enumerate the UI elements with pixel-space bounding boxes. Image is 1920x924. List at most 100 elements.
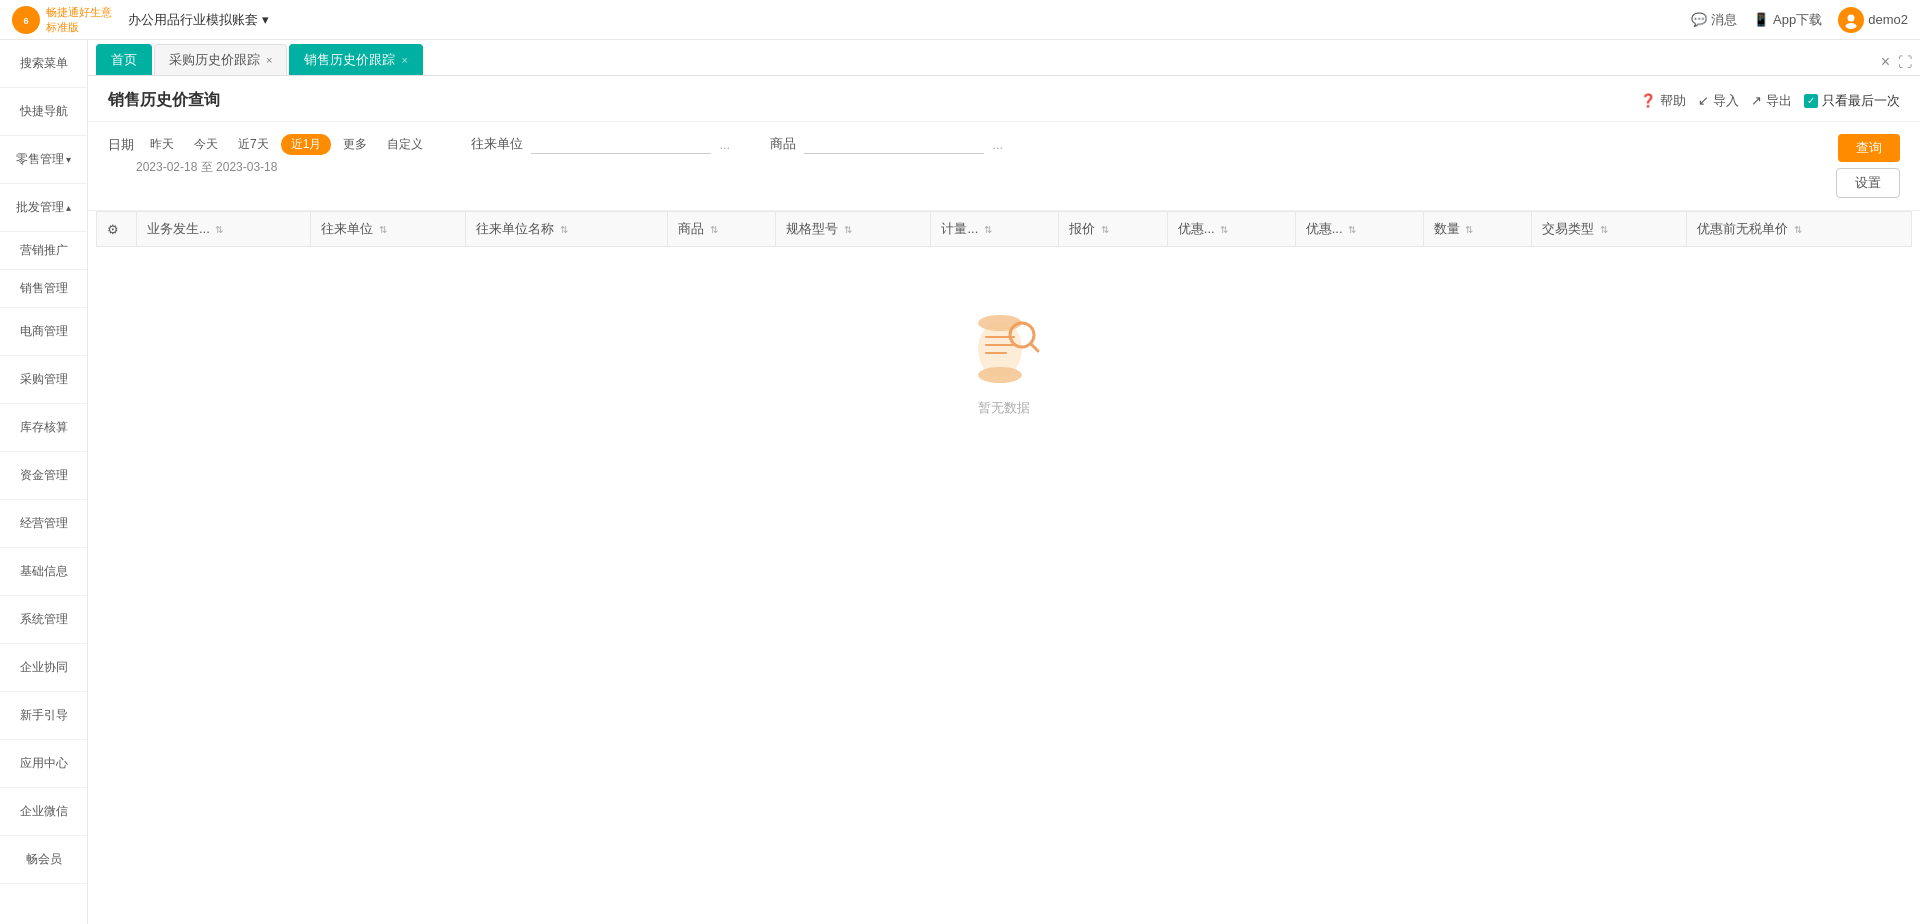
import-icon: ↙ — [1698, 93, 1709, 108]
tab-purchase-label: 采购历史价跟踪 — [169, 51, 260, 69]
sidebar-item-search[interactable]: 搜索菜单 — [0, 40, 87, 88]
sidebar-item-inventory[interactable]: 库存核算 — [0, 404, 87, 452]
partner-input[interactable] — [531, 134, 711, 154]
sort-icon: ⇅ — [984, 224, 992, 235]
tab-purchase-history[interactable]: 采购历史价跟踪 × — [154, 44, 287, 75]
sort-icon: ⇅ — [1348, 224, 1356, 235]
tab-home[interactable]: 首页 — [96, 44, 152, 75]
sidebar-item-finance[interactable]: 资金管理 — [0, 452, 87, 500]
sort-icon: ⇅ — [1465, 224, 1473, 235]
table-header-row: ⚙ 业务发生... ⇅ 往来单位 ⇅ 往来单位名称 — [97, 212, 1912, 247]
sidebar-item-appstore[interactable]: 应用中心 — [0, 740, 87, 788]
page-actions: ❓ 帮助 ↙ 导入 ↗ 导出 ✓ 只看最后一次 — [1640, 92, 1900, 110]
sidebar-item-enterprise[interactable]: 企业协同 — [0, 644, 87, 692]
col-settings[interactable]: ⚙ — [97, 212, 137, 247]
col-trade-type[interactable]: 交易类型 ⇅ — [1532, 212, 1687, 247]
date-btn-7days[interactable]: 近7天 — [230, 134, 277, 155]
empty-text: 暂无数据 — [978, 399, 1030, 417]
chevron-up-icon: ▴ — [66, 202, 71, 213]
goods-dots[interactable]: ... — [992, 137, 1003, 152]
settings-button[interactable]: 设置 — [1836, 168, 1900, 198]
logo-icon: 6 — [12, 6, 40, 34]
download-icon: 📱 — [1753, 12, 1769, 27]
sidebar-item-sales[interactable]: 销售管理 — [0, 270, 87, 308]
svg-point-4 — [1846, 23, 1857, 29]
col-partner-name[interactable]: 往来单位名称 ⇅ — [466, 212, 668, 247]
help-button[interactable]: ❓ 帮助 — [1640, 92, 1686, 110]
checkbox-checked-icon: ✓ — [1804, 94, 1818, 108]
message-icon: 💬 — [1691, 12, 1707, 27]
date-btn-custom[interactable]: 自定义 — [379, 134, 431, 155]
empty-illustration — [964, 307, 1044, 387]
partner-filter: 往来单位 ... — [471, 134, 730, 176]
date-btn-more[interactable]: 更多 — [335, 134, 375, 155]
sidebar-item-wechat[interactable]: 企业微信 — [0, 788, 87, 836]
chevron-down-icon: ▾ — [262, 12, 269, 27]
sidebar: 搜索菜单 快捷导航 零售管理 ▾ 批发管理 ▴ 营销推广 销售管理 电商管理 采… — [0, 40, 88, 924]
sidebar-item-basic[interactable]: 基础信息 — [0, 548, 87, 596]
col-unit[interactable]: 计量... ⇅ — [931, 212, 1059, 247]
sidebar-item-newbie[interactable]: 新手引导 — [0, 692, 87, 740]
sidebar-item-wholesale[interactable]: 批发管理 ▴ — [0, 184, 87, 232]
app-download-button[interactable]: 📱 App下载 — [1753, 11, 1822, 29]
query-button[interactable]: 查询 — [1838, 134, 1900, 162]
sort-icon: ⇅ — [844, 224, 852, 235]
sidebar-item-retail[interactable]: 零售管理 ▾ — [0, 136, 87, 184]
svg-point-7 — [978, 367, 1022, 383]
logo-area: 6 畅捷通好生意 标准版 — [12, 5, 112, 34]
date-btn-yesterday[interactable]: 昨天 — [142, 134, 182, 155]
col-spec[interactable]: 规格型号 ⇅ — [776, 212, 931, 247]
svg-point-6 — [978, 315, 1022, 331]
col-pretax-price[interactable]: 优惠前无税单价 ⇅ — [1687, 212, 1912, 247]
table-container: ⚙ 业务发生... ⇅ 往来单位 ⇅ 往来单位名称 — [88, 211, 1920, 247]
col-discount2[interactable]: 优惠... ⇅ — [1295, 212, 1423, 247]
export-icon: ↗ — [1751, 93, 1762, 108]
col-discount1[interactable]: 优惠... ⇅ — [1167, 212, 1295, 247]
user-menu[interactable]: demo2 — [1838, 7, 1908, 33]
avatar — [1838, 7, 1864, 33]
tab-sales-label: 销售历史价跟踪 — [304, 51, 395, 69]
sidebar-item-system[interactable]: 系统管理 — [0, 596, 87, 644]
only-last-checkbox[interactable]: ✓ 只看最后一次 — [1804, 92, 1900, 110]
date-btn-1month[interactable]: 近1月 — [281, 134, 332, 155]
col-partner-code[interactable]: 往来单位 ⇅ — [311, 212, 466, 247]
sidebar-item-purchase[interactable]: 采购管理 — [0, 356, 87, 404]
header-right: 💬 消息 📱 App下载 demo2 — [1691, 7, 1908, 33]
goods-input[interactable] — [804, 134, 984, 154]
col-goods[interactable]: 商品 ⇅ — [667, 212, 775, 247]
sort-icon: ⇅ — [710, 224, 718, 235]
header-left: 6 畅捷通好生意 标准版 办公用品行业模拟账套 ▾ — [12, 5, 277, 34]
tab-sales-history[interactable]: 销售历史价跟踪 × — [289, 44, 422, 75]
tab-purchase-close[interactable]: × — [266, 54, 272, 66]
settings-icon: ⚙ — [107, 222, 119, 237]
search-label: 搜索菜单 — [20, 55, 68, 72]
col-biz-date[interactable]: 业务发生... ⇅ — [137, 212, 311, 247]
sidebar-item-marketing[interactable]: 营销推广 — [0, 232, 87, 270]
sidebar-item-vip[interactable]: 畅会员 — [0, 836, 87, 884]
tab-sales-close[interactable]: × — [401, 54, 407, 66]
col-qty[interactable]: 数量 ⇅ — [1423, 212, 1531, 247]
sidebar-item-shortcut[interactable]: 快捷导航 — [0, 88, 87, 136]
goods-filter: 商品 ... — [770, 134, 1003, 176]
sidebar-item-ecommerce[interactable]: 电商管理 — [0, 308, 87, 356]
col-quote[interactable]: 报价 ⇅ — [1059, 212, 1167, 247]
sidebar-item-operation[interactable]: 经营管理 — [0, 500, 87, 548]
sort-icon: ⇅ — [1220, 224, 1228, 235]
empty-state: 暂无数据 — [88, 247, 1920, 477]
sort-icon: ⇅ — [379, 224, 387, 235]
date-btn-today[interactable]: 今天 — [186, 134, 226, 155]
app-selector[interactable]: 办公用品行业模拟账套 ▾ — [120, 7, 277, 33]
content-area: 首页 采购历史价跟踪 × 销售历史价跟踪 × × ⛶ 销售历史价查询 — [88, 40, 1920, 924]
help-icon: ❓ — [1640, 93, 1656, 108]
export-button[interactable]: ↗ 导出 — [1751, 92, 1792, 110]
import-button[interactable]: ↙ 导入 — [1698, 92, 1739, 110]
message-button[interactable]: 💬 消息 — [1691, 11, 1737, 29]
tab-home-label: 首页 — [111, 51, 137, 69]
page-content: 销售历史价查询 ❓ 帮助 ↙ 导入 ↗ 导出 ✓ — [88, 76, 1920, 924]
maximize-icon[interactable]: ⛶ — [1898, 54, 1912, 70]
sort-icon: ⇅ — [1101, 224, 1109, 235]
sort-icon: ⇅ — [1794, 224, 1802, 235]
close-all-icon[interactable]: × — [1881, 53, 1890, 71]
sort-icon: ⇅ — [560, 224, 568, 235]
partner-dots[interactable]: ... — [719, 137, 730, 152]
